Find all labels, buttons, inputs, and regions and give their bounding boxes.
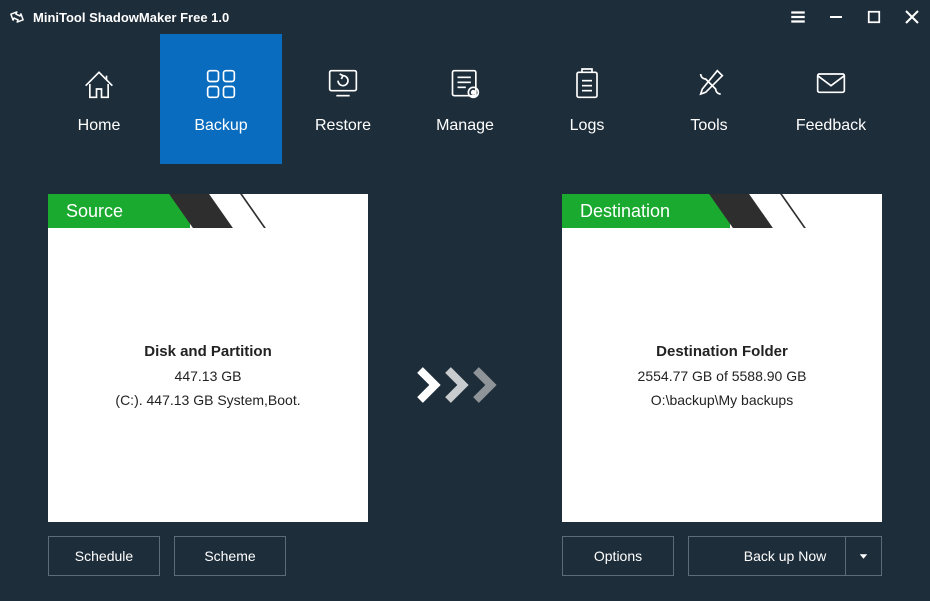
source-panel[interactable]: Source Disk and Partition 447.13 GB (C:)… xyxy=(48,194,368,522)
button-label: Schedule xyxy=(75,548,133,564)
feedback-icon xyxy=(810,63,852,105)
source-body: Disk and Partition 447.13 GB (C:). 447.1… xyxy=(48,228,368,522)
destination-panel[interactable]: Destination Destination Folder 2554.77 G… xyxy=(562,194,882,522)
minimize-button[interactable] xyxy=(826,7,846,27)
scheme-button[interactable]: Scheme xyxy=(174,536,286,576)
nav-feedback[interactable]: Feedback xyxy=(770,34,892,164)
nav-label: Restore xyxy=(315,117,371,135)
restore-icon xyxy=(322,63,364,105)
nav-label: Manage xyxy=(436,117,494,135)
options-button[interactable]: Options xyxy=(562,536,674,576)
destination-column: Destination Destination Folder 2554.77 G… xyxy=(562,194,882,576)
backup-now-dropdown[interactable] xyxy=(845,537,881,575)
destination-body: Destination Folder 2554.77 GB of 5588.90… xyxy=(562,228,882,522)
title-bar: MiniTool ShadowMaker Free 1.0 xyxy=(0,0,930,34)
home-icon xyxy=(78,63,120,105)
app-logo-icon xyxy=(8,8,26,26)
source-button-row: Schedule Scheme xyxy=(48,536,368,576)
destination-button-row: Options Back up Now xyxy=(562,536,882,576)
nav-manage[interactable]: Manage xyxy=(404,34,526,164)
main-nav: Home Backup Restore Manage Logs Tools xyxy=(0,34,930,164)
logs-icon xyxy=(566,63,608,105)
menu-icon[interactable] xyxy=(788,7,808,27)
nav-tools[interactable]: Tools xyxy=(648,34,770,164)
nav-label: Backup xyxy=(194,117,247,135)
button-label: Options xyxy=(594,548,642,564)
source-tab-label: Source xyxy=(66,201,123,222)
title-bar-left: MiniTool ShadowMaker Free 1.0 xyxy=(8,8,229,26)
nav-restore[interactable]: Restore xyxy=(282,34,404,164)
schedule-button[interactable]: Schedule xyxy=(48,536,160,576)
backup-now-button[interactable]: Back up Now xyxy=(688,536,882,576)
source-heading: Disk and Partition xyxy=(144,343,272,360)
nav-label: Feedback xyxy=(796,117,866,135)
source-column: Source Disk and Partition 447.13 GB (C:)… xyxy=(48,194,368,576)
app-title: MiniTool ShadowMaker Free 1.0 xyxy=(33,10,229,25)
tools-icon xyxy=(688,63,730,105)
destination-tab: Destination xyxy=(562,194,730,228)
content-area: Source Disk and Partition 447.13 GB (C:)… xyxy=(0,164,930,586)
manage-icon xyxy=(444,63,486,105)
nav-home[interactable]: Home xyxy=(38,34,160,164)
destination-path: O:\backup\My backups xyxy=(651,392,793,408)
nav-label: Tools xyxy=(690,117,727,135)
source-size: 447.13 GB xyxy=(175,368,242,384)
button-label: Back up Now xyxy=(744,548,826,564)
maximize-button[interactable] xyxy=(864,7,884,27)
destination-tab-label: Destination xyxy=(580,201,670,222)
nav-label: Logs xyxy=(570,117,605,135)
button-label: Scheme xyxy=(204,548,255,564)
arrows-icon xyxy=(415,221,515,549)
nav-backup[interactable]: Backup xyxy=(160,34,282,164)
nav-logs[interactable]: Logs xyxy=(526,34,648,164)
destination-size: 2554.77 GB of 5588.90 GB xyxy=(638,368,807,384)
title-bar-right xyxy=(788,7,922,27)
nav-label: Home xyxy=(78,117,121,135)
source-tab: Source xyxy=(48,194,190,228)
backup-icon xyxy=(200,63,242,105)
close-button[interactable] xyxy=(902,7,922,27)
destination-heading: Destination Folder xyxy=(656,343,788,360)
source-details: (C:). 447.13 GB System,Boot. xyxy=(115,392,300,408)
